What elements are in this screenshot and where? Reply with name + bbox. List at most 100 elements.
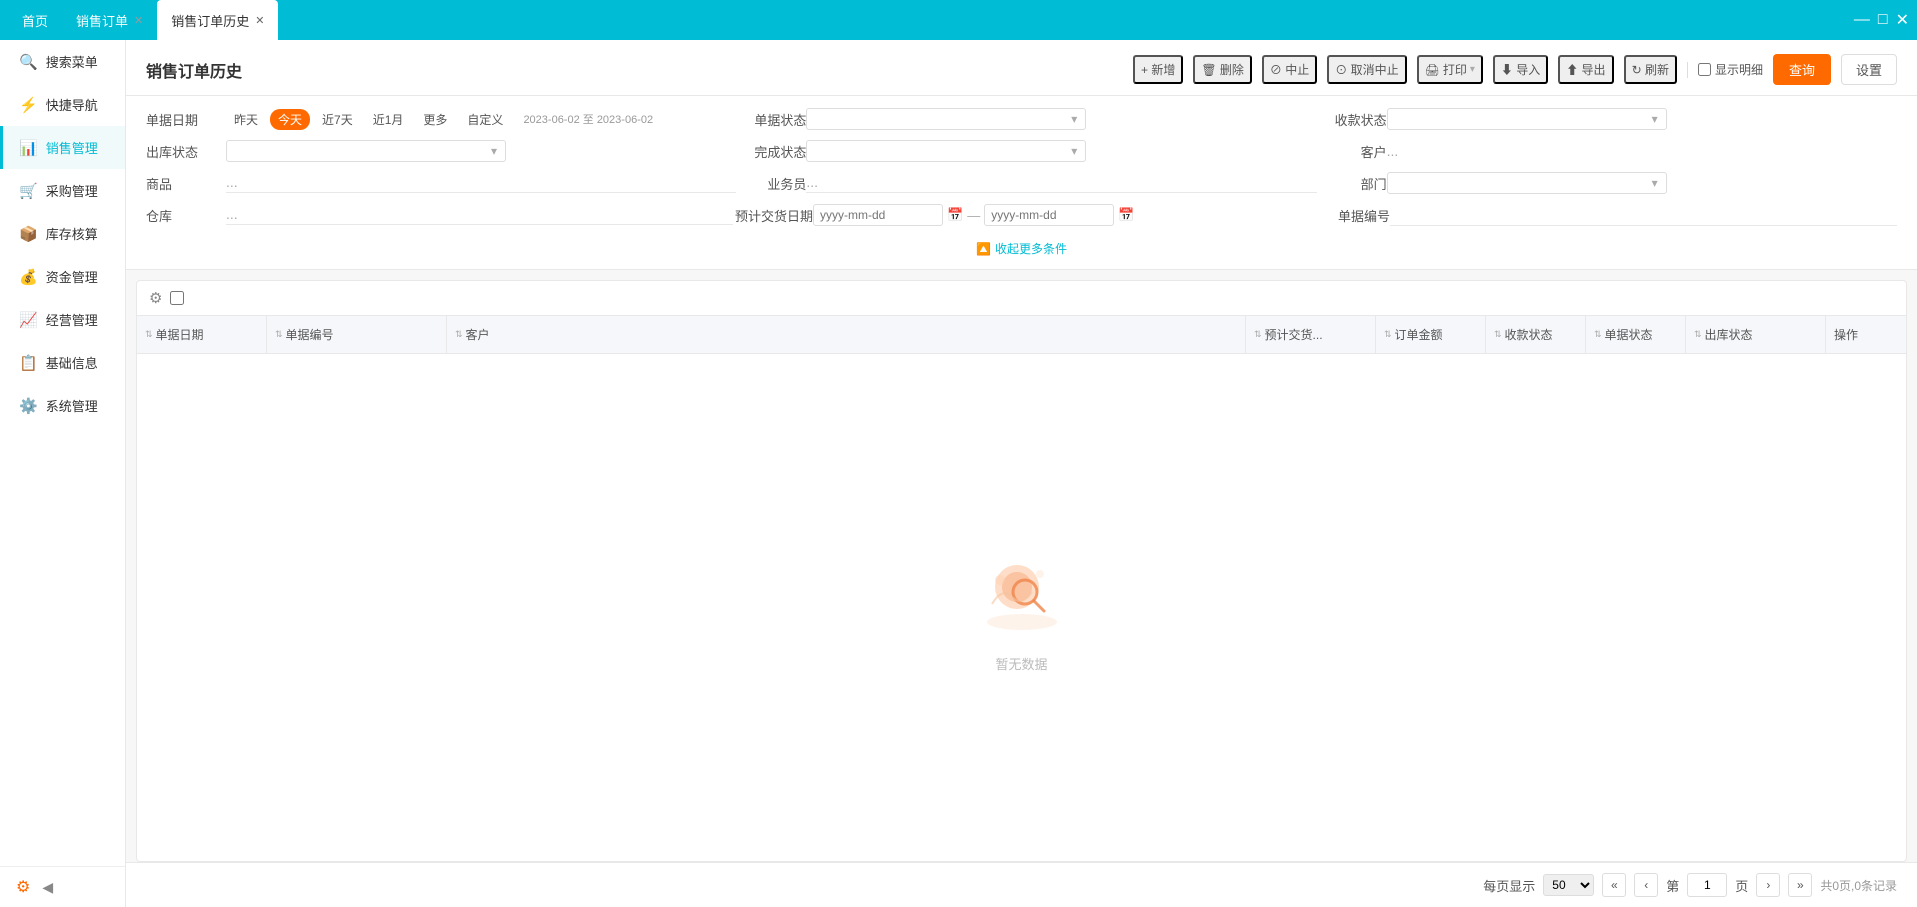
sidebar-item-search-menu[interactable]: 🔍 搜索菜单 — [0, 40, 125, 83]
th-customer[interactable]: ⇅ 客户 — [447, 316, 1246, 353]
stock-out-dropdown-icon: ▾ — [491, 144, 497, 158]
sort-icon-order-status: ⇅ — [1594, 329, 1602, 340]
minimize-icon[interactable]: — — [1854, 11, 1870, 29]
new-button[interactable]: + 新增 — [1133, 55, 1183, 84]
th-pay-status[interactable]: ⇅ 收款状态 — [1486, 316, 1586, 353]
content-area: 销售订单历史 + 新增 🗑 删除 ⊘ 中止 ⊙ 取消中止 🖨 销售订单历史 打印… — [126, 40, 1917, 907]
print-button[interactable]: 🖨 销售订单历史 打印 ▾ — [1417, 55, 1483, 84]
stock-out-label: 出库状态 — [146, 142, 226, 161]
th-order-status[interactable]: ⇅ 单据状态 — [1586, 316, 1686, 353]
tab-sales-order-history[interactable]: 销售订单历史 ✕ — [157, 0, 278, 40]
date-btn-today[interactable]: 今天 — [270, 109, 310, 130]
date-btn-custom[interactable]: 自定义 — [459, 109, 511, 130]
sidebar-settings-icon[interactable]: ⚙ — [16, 877, 30, 897]
bill-status-select[interactable]: ▾ — [806, 108, 1086, 130]
inventory-icon: 📦 — [19, 225, 38, 243]
bill-status-dropdown-icon: ▾ — [1071, 112, 1077, 126]
th-order-no[interactable]: ⇅ 单据编号 — [267, 316, 447, 353]
next-page-btn[interactable]: › — [1756, 873, 1780, 897]
page-total: 共0页,0条记录 — [1820, 877, 1897, 894]
setting-button[interactable]: 设置 — [1841, 54, 1897, 85]
tab-sales-order[interactable]: 销售订单 ✕ — [62, 0, 157, 40]
table-toolbar: ⚙ — [137, 281, 1906, 316]
show-detail-label[interactable]: 显示明细 — [1698, 61, 1763, 78]
salesperson-more-btn[interactable]: ... — [806, 174, 818, 190]
close-window-icon[interactable]: ✕ — [1896, 10, 1909, 30]
export-button[interactable]: ⬆ 导出 — [1558, 55, 1613, 84]
payment-status-label: 收款状态 — [1317, 110, 1387, 129]
import-button[interactable]: ⬇ 导入 — [1493, 55, 1548, 84]
collapse-up-icon: 🔼 — [976, 242, 991, 256]
sidebar-item-operations[interactable]: 📈 经营管理 — [0, 298, 125, 341]
warehouse-label: 仓库 — [146, 206, 226, 225]
sort-icon-customer: ⇅ — [455, 329, 463, 340]
product-more-btn[interactable]: ... — [226, 174, 238, 190]
sidebar-item-inventory[interactable]: 📦 库存核算 — [0, 212, 125, 255]
empty-illustration — [972, 542, 1072, 642]
search-menu-icon: 🔍 — [19, 53, 38, 71]
date-btn-yesterday[interactable]: 昨天 — [226, 109, 266, 130]
sidebar-item-finance[interactable]: 💰 资金管理 — [0, 255, 125, 298]
sort-icon-order: ⇅ — [275, 329, 283, 340]
salesperson-label: 业务员 — [736, 174, 806, 193]
calendar-end-icon[interactable]: 📅 — [1118, 207, 1134, 223]
date-btn-more[interactable]: 更多 — [415, 109, 455, 130]
delivery-date-end[interactable] — [984, 204, 1114, 226]
delivery-date-start[interactable] — [813, 204, 943, 226]
first-page-btn[interactable]: « — [1602, 873, 1626, 897]
show-detail-checkbox[interactable] — [1698, 63, 1711, 76]
sidebar-collapse-icon[interactable]: ◀ — [42, 879, 53, 896]
per-page-select[interactable]: 50 10 20 100 — [1543, 874, 1594, 896]
page-label-before: 第 — [1666, 876, 1679, 895]
empty-text: 暂无数据 — [995, 654, 1047, 673]
empty-state: 暂无数据 — [137, 354, 1906, 861]
sidebar-item-sales-mgmt[interactable]: 📊 销售管理 — [0, 126, 125, 169]
top-bar: 首页 销售订单 ✕ 销售订单历史 ✕ — □ ✕ — [0, 0, 1917, 40]
th-date[interactable]: ⇅ 单据日期 — [137, 316, 267, 353]
sidebar-item-sys-mgmt[interactable]: ⚙️ 系统管理 — [0, 384, 125, 427]
th-amount[interactable]: ⇅ 订单金额 — [1376, 316, 1486, 353]
tab-sales-order-history-close[interactable]: ✕ — [255, 14, 264, 27]
main-layout: 🔍 搜索菜单 ⚡ 快捷导航 📊 销售管理 🛒 采购管理 📦 库存核算 💰 资金管… — [0, 40, 1917, 907]
sys-mgmt-icon: ⚙️ — [19, 397, 38, 415]
complete-dropdown-icon: ▾ — [1071, 144, 1077, 158]
sort-icon-amount: ⇅ — [1384, 329, 1392, 340]
page-input[interactable] — [1687, 873, 1727, 897]
date-btn-7days[interactable]: 近7天 — [314, 109, 361, 130]
cancel-stop-button[interactable]: ⊙ 取消中止 — [1327, 55, 1406, 84]
filter-row-1: 单据日期 昨天 今天 近7天 近1月 更多 自定义 2023-06-02 至 2… — [146, 108, 1897, 130]
payment-status-select[interactable]: ▾ — [1387, 108, 1667, 130]
stop-button[interactable]: ⊘ 中止 — [1262, 55, 1317, 84]
th-delivery[interactable]: ⇅ 预计交货... — [1246, 316, 1376, 353]
filter-row-3: 商品 ... 业务员 ... 部门 ▾ — [146, 172, 1897, 194]
page-label-after: 页 — [1735, 876, 1748, 895]
bill-no-input[interactable] — [1390, 205, 1897, 223]
delete-button[interactable]: 🗑 删除 — [1193, 55, 1252, 84]
sidebar-bottom: ⚙ ◀ — [0, 866, 125, 907]
date-btn-1month[interactable]: 近1月 — [365, 109, 412, 130]
th-stock-status[interactable]: ⇅ 出库状态 — [1686, 316, 1826, 353]
table-settings-icon[interactable]: ⚙ — [149, 289, 162, 307]
tab-sales-order-close[interactable]: ✕ — [134, 14, 143, 27]
page-title: 销售订单历史 — [146, 58, 242, 82]
complete-select[interactable]: ▾ — [806, 140, 1086, 162]
filter-collapse-btn[interactable]: 🔼 收起更多条件 — [146, 236, 1897, 257]
stock-out-select[interactable]: ▾ — [226, 140, 506, 162]
calendar-start-icon[interactable]: 📅 — [947, 207, 963, 223]
sidebar-item-base-info[interactable]: 📋 基础信息 — [0, 341, 125, 384]
warehouse-more-btn[interactable]: ... — [226, 206, 238, 222]
customer-more-btn[interactable]: ... — [1387, 143, 1399, 159]
sidebar-item-quick-nav[interactable]: ⚡ 快捷导航 — [0, 83, 125, 126]
select-all-checkbox[interactable] — [170, 291, 184, 305]
refresh-button[interactable]: ↻ 刷新 — [1624, 55, 1677, 84]
department-select[interactable]: ▾ — [1387, 172, 1667, 194]
department-dropdown-icon: ▾ — [1652, 176, 1658, 190]
tab-home[interactable]: 首页 — [8, 0, 62, 40]
last-page-btn[interactable]: » — [1788, 873, 1812, 897]
filter-row-2: 出库状态 ▾ 完成状态 ▾ 客户 ... — [146, 140, 1897, 162]
maximize-icon[interactable]: □ — [1878, 11, 1888, 29]
sidebar-item-purchase-mgmt[interactable]: 🛒 采购管理 — [0, 169, 125, 212]
query-button[interactable]: 查询 — [1773, 54, 1831, 85]
table-header: ⇅ 单据日期 ⇅ 单据编号 ⇅ 客户 ⇅ 预计交货... ⇅ 订单金额 — [137, 316, 1906, 354]
prev-page-btn[interactable]: ‹ — [1634, 873, 1658, 897]
